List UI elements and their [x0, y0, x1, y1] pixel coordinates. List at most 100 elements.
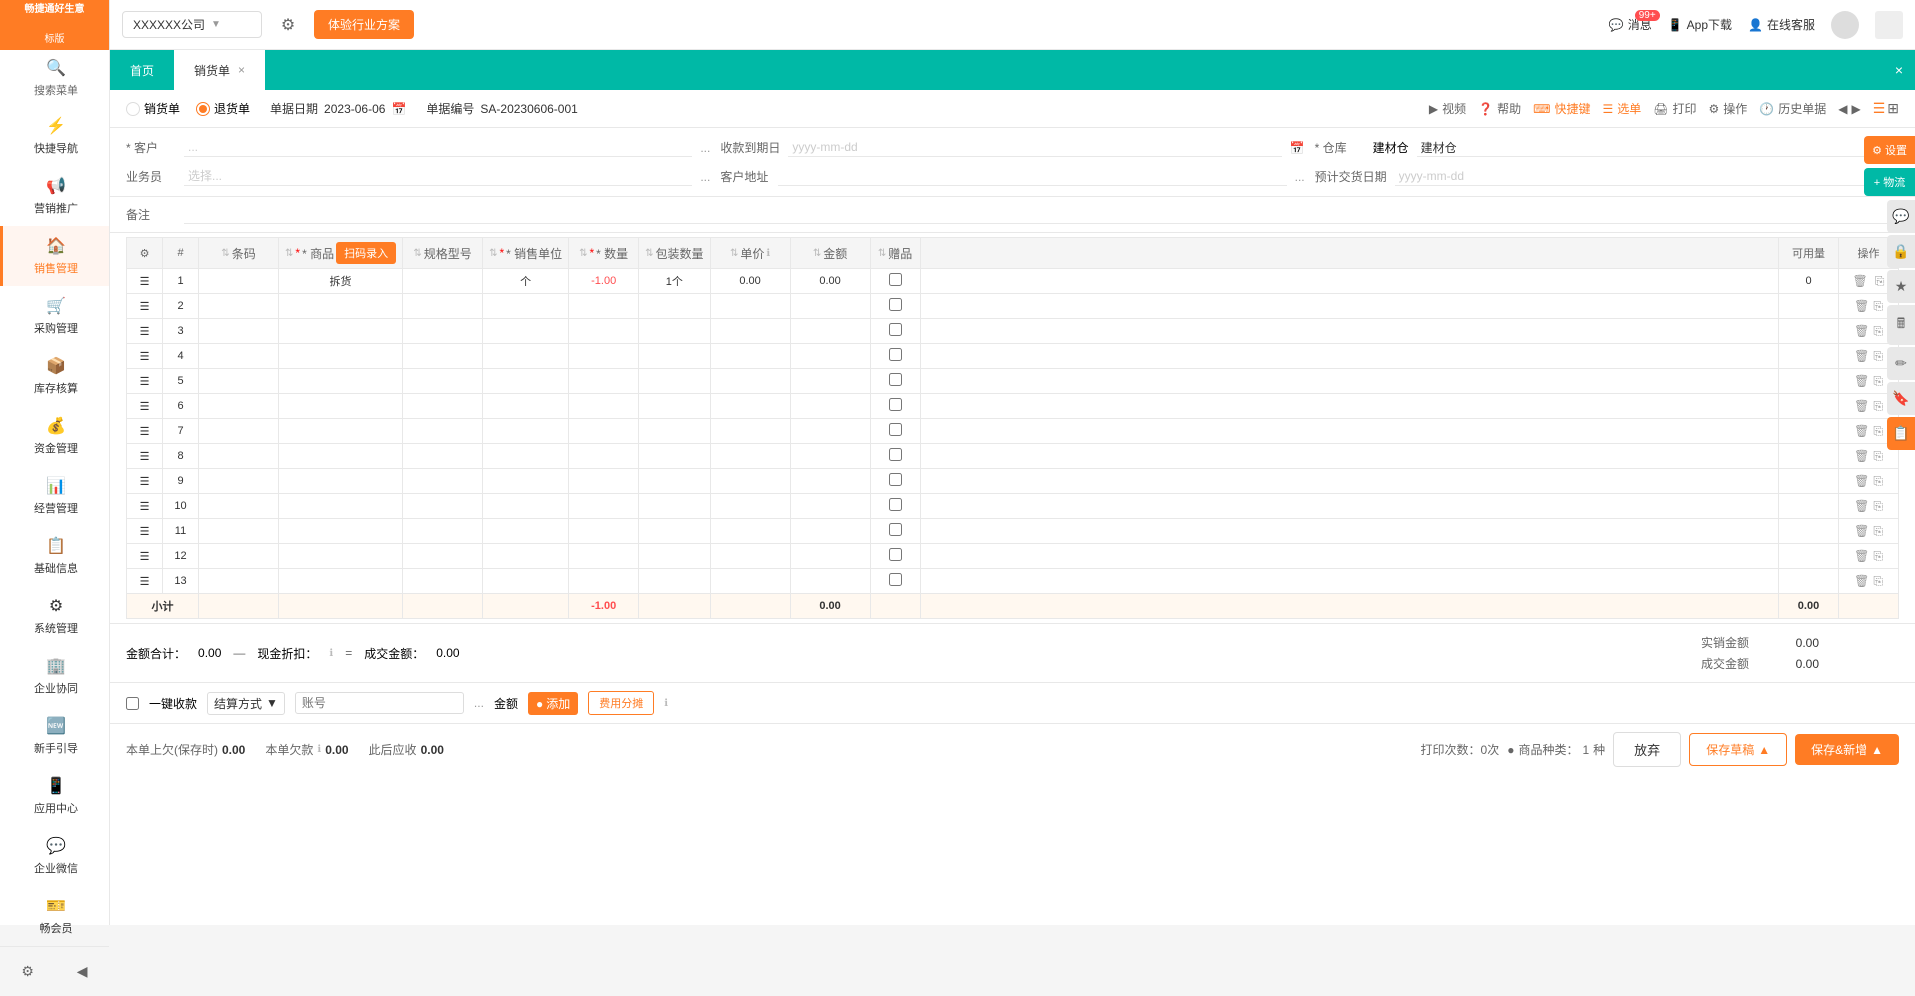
due-date-calendar-icon[interactable]: 📅 — [1290, 141, 1305, 155]
date-calendar-icon[interactable]: 📅 — [391, 102, 406, 116]
row-spec[interactable] — [403, 544, 483, 569]
sidebar-item-enterprise[interactable]: 🏢 企业协同 — [0, 646, 109, 706]
dots-icon[interactable]: ... — [474, 696, 484, 710]
add-payment-btn[interactable]: ● 添加 — [528, 692, 578, 715]
row-gift[interactable] — [870, 294, 920, 319]
row-barcode[interactable] — [199, 569, 279, 594]
row-qty[interactable] — [569, 344, 639, 369]
order-number-value[interactable]: SA-20230606-001 — [480, 102, 577, 116]
sidebar-item-guide[interactable]: 🆕 新手引导 — [0, 706, 109, 766]
float-calc-btn[interactable]: 🖩 — [1887, 305, 1915, 345]
gift-checkbox[interactable] — [889, 423, 902, 436]
gift-checkbox[interactable] — [889, 348, 902, 361]
float-star-btn[interactable]: ★ — [1887, 270, 1915, 303]
row-barcode[interactable] — [199, 369, 279, 394]
save-draft-button[interactable]: 保存草稿 ▲ — [1689, 733, 1787, 766]
row-drag[interactable]: ☰ — [127, 344, 163, 369]
row-barcode[interactable] — [199, 269, 279, 294]
date-value[interactable]: 2023-06-06 — [324, 102, 385, 116]
logistics-btn[interactable]: + 物流 — [1864, 168, 1915, 196]
float-lock-btn[interactable]: 🔒 — [1887, 235, 1915, 268]
row-gift[interactable] — [870, 444, 920, 469]
copy-icon[interactable]: ⎘ — [1873, 449, 1883, 463]
row-barcode[interactable] — [199, 494, 279, 519]
gift-checkbox[interactable] — [889, 273, 902, 286]
settings-bottom-btn[interactable]: ⚙ — [13, 955, 42, 988]
sidebar-item-system[interactable]: ⚙ 系统管理 — [0, 586, 109, 646]
row-gift[interactable] — [870, 469, 920, 494]
row-desc[interactable] — [920, 269, 1778, 294]
topbar-gear-button[interactable]: ⚙ — [272, 9, 304, 41]
expected-date-input[interactable] — [1395, 167, 1876, 186]
sidebar-item-inventory[interactable]: 📦 库存核算 — [0, 346, 109, 406]
save-new-button[interactable]: 保存&新增 ▲ — [1795, 734, 1899, 765]
customer-addr-dots[interactable]: ... — [1295, 170, 1305, 184]
row-gift[interactable] — [870, 519, 920, 544]
expense-info-icon[interactable]: ℹ — [664, 698, 668, 709]
row-price[interactable] — [710, 444, 790, 469]
salesperson-dots[interactable]: ... — [700, 170, 710, 184]
row-price[interactable] — [710, 469, 790, 494]
gift-checkbox[interactable] — [889, 498, 902, 511]
row-drag[interactable]: ☰ — [127, 294, 163, 319]
float-orange-btn[interactable]: 📋 — [1887, 417, 1915, 450]
abandon-button[interactable]: 放弃 — [1613, 732, 1681, 767]
copy-icon[interactable]: ⎘ — [1875, 274, 1885, 288]
row-gift[interactable] — [870, 369, 920, 394]
copy-icon[interactable]: ⎘ — [1873, 499, 1883, 513]
sidebar-item-sales[interactable]: 🏠 销售管理 — [0, 226, 109, 286]
row-product[interactable] — [279, 294, 403, 319]
radio-returns[interactable]: 退货单 — [196, 100, 250, 117]
row-desc[interactable] — [920, 419, 1778, 444]
row-spec[interactable] — [403, 294, 483, 319]
list-view-btn[interactable]: ☰ — [1873, 100, 1886, 117]
row-gift[interactable] — [870, 494, 920, 519]
row-spec[interactable] — [403, 344, 483, 369]
copy-icon[interactable]: ⎘ — [1873, 324, 1883, 338]
row-spec[interactable] — [403, 494, 483, 519]
row-product[interactable] — [279, 544, 403, 569]
row-gift[interactable] — [870, 419, 920, 444]
delete-icon[interactable]: 🗑 — [1854, 474, 1869, 488]
total-owed-info-icon[interactable]: ℹ — [317, 744, 321, 755]
copy-icon[interactable]: ⎘ — [1873, 374, 1883, 388]
grid-view-btn[interactable]: ⊞ — [1887, 100, 1899, 117]
row-desc[interactable] — [920, 344, 1778, 369]
discount-info-icon[interactable]: ℹ — [329, 648, 333, 659]
row-drag[interactable]: ☰ — [127, 569, 163, 594]
row-drag[interactable]: ☰ — [127, 269, 163, 294]
delete-icon[interactable]: 🗑 — [1854, 574, 1869, 588]
row-product[interactable] — [279, 394, 403, 419]
row-drag[interactable]: ☰ — [127, 519, 163, 544]
row-drag[interactable]: ☰ — [127, 369, 163, 394]
row-spec[interactable] — [403, 319, 483, 344]
row-qty[interactable] — [569, 469, 639, 494]
sidebar-item-wechat[interactable]: 💬 企业微信 — [0, 826, 109, 886]
row-barcode[interactable] — [199, 444, 279, 469]
print-btn[interactable]: 🖨 打印 — [1653, 100, 1696, 117]
delete-icon[interactable]: 🗑 — [1854, 449, 1869, 463]
row-barcode[interactable] — [199, 344, 279, 369]
row-product[interactable] — [279, 569, 403, 594]
row-price[interactable] — [710, 394, 790, 419]
sidebar-item-finance[interactable]: 💰 资金管理 — [0, 406, 109, 466]
salesperson-input[interactable] — [184, 167, 692, 186]
row-desc[interactable] — [920, 319, 1778, 344]
row-drag[interactable]: ☰ — [127, 319, 163, 344]
row-spec[interactable] — [403, 519, 483, 544]
history-btn[interactable]: 🕐 历史单据 — [1759, 100, 1826, 117]
sidebar-item-app-center[interactable]: 📱 应用中心 — [0, 766, 109, 826]
row-barcode[interactable] — [199, 419, 279, 444]
shortcut-btn[interactable]: ⌨ 快捷键 — [1533, 100, 1590, 117]
row-desc[interactable] — [920, 394, 1778, 419]
copy-icon[interactable]: ⎘ — [1873, 549, 1883, 563]
row-product[interactable] — [279, 344, 403, 369]
row-spec[interactable] — [403, 469, 483, 494]
tab-close-icon[interactable]: × — [238, 63, 245, 77]
sidebar-item-member[interactable]: 🎫 畅会员 — [0, 886, 109, 946]
row-barcode[interactable] — [199, 294, 279, 319]
row-barcode[interactable] — [199, 469, 279, 494]
company-selector[interactable]: XXXXXX公司 ▼ — [122, 11, 262, 38]
video-btn[interactable]: ▶ 视频 — [1429, 100, 1466, 117]
price-info-icon[interactable]: ℹ — [766, 248, 770, 259]
